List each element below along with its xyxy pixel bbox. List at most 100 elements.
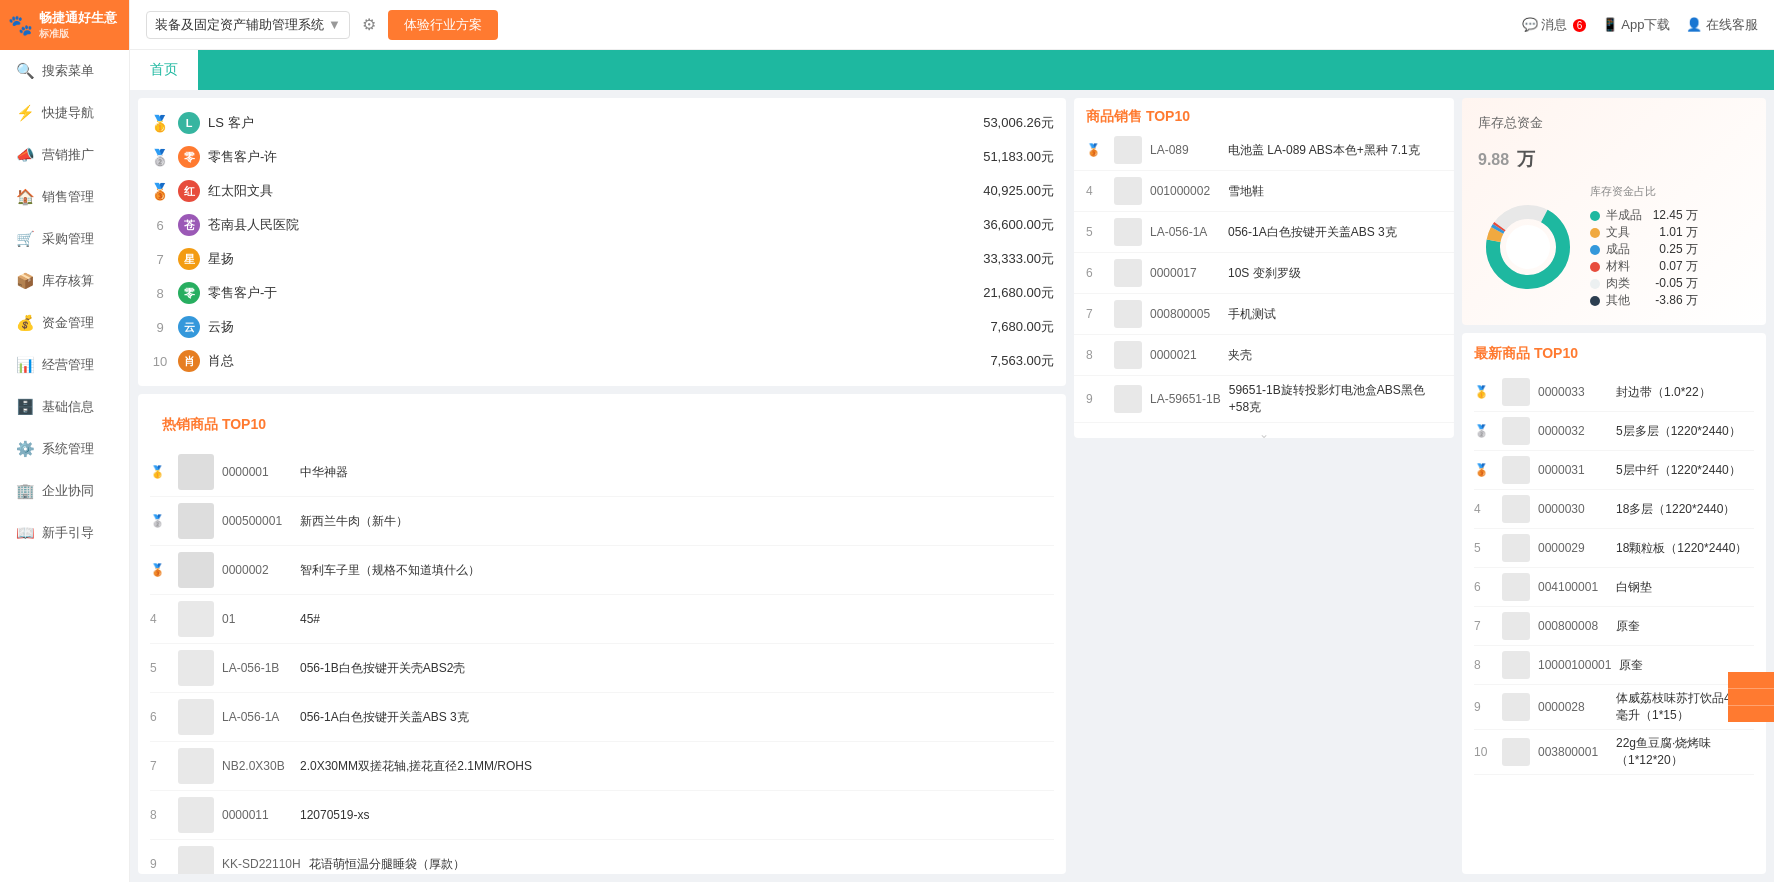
sidebar-item-operations[interactable]: 📊 经营管理 — [0, 344, 129, 386]
medal-icon: 🥈 — [150, 148, 170, 167]
product-code: LA-089 — [1150, 143, 1220, 157]
product-name: 花语萌恒温分腿睡袋（厚款） — [309, 856, 1054, 873]
product-name: 电池盖 LA-089 ABS本色+黑种 7.1克 — [1228, 142, 1442, 159]
customer-badge: 零 — [178, 282, 200, 304]
product-rank-row: 7 000800005 手机测试 — [1074, 294, 1454, 335]
hot-product-row: 🥇 0000001 中华神器 — [150, 448, 1054, 497]
inventory-icon: 📦 — [16, 272, 34, 290]
product-name: 12070519-xs — [300, 808, 1054, 822]
product-code: KK-SD22110H — [222, 857, 301, 871]
sidebar-item-finance[interactable]: 💰 资金管理 — [0, 302, 129, 344]
float-buttons: 客服热线 服务社区 直播 — [1728, 672, 1774, 722]
product-name: 原奎 — [1619, 657, 1754, 674]
quicknav-icon: ⚡ — [16, 104, 34, 122]
product-name: 夹壳 — [1228, 347, 1442, 364]
legend-dot — [1590, 279, 1600, 289]
donut-chart — [1478, 197, 1578, 297]
legend-value: 12.45 万 — [1648, 207, 1698, 224]
product-code: 0000033 — [1538, 385, 1608, 399]
sidebar-item-quicknav[interactable]: ⚡ 快捷导航 — [0, 92, 129, 134]
customer-name: 零售客户-于 — [208, 284, 975, 302]
sidebar-item-system[interactable]: ⚙️ 系统管理 — [0, 428, 129, 470]
inventory-card: 库存总资金 9.88 万 — [1462, 98, 1766, 325]
sidebar-item-sales[interactable]: 🏠 销售管理 — [0, 176, 129, 218]
hot-product-row: 🥉 0000002 智利车子里（规格不知道填什么） — [150, 546, 1054, 595]
legend-dot — [1590, 262, 1600, 272]
sidebar-item-enterprise[interactable]: 🏢 企业协同 — [0, 470, 129, 512]
customer-name: 零售客户-许 — [208, 148, 975, 166]
product-image-placeholder — [1502, 651, 1530, 679]
sidebar-item-marketing[interactable]: 📣 营销推广 — [0, 134, 129, 176]
newest-product-row: 🥈 0000032 5层多层（1220*2440） — [1474, 412, 1754, 451]
customer-row: 8 零 零售客户-于 21,680.00元 — [138, 276, 1066, 310]
inventory-legend: 库存资金占比 半成品 12.45 万 文具 1.01 万 成品 0.25 万 材… — [1590, 184, 1698, 309]
product-name: 59651-1B旋转投影灯电池盒ABS黑色+58克 — [1229, 382, 1442, 416]
product-image-placeholder — [1502, 738, 1530, 766]
app-download-link[interactable]: 📱 App下载 — [1602, 16, 1670, 34]
legend-dot — [1590, 228, 1600, 238]
hot-products-list: 🥇 0000001 中华神器 🥈 000500001 新西兰牛肉（新牛） 🥉 0… — [150, 448, 1054, 874]
settings-icon[interactable]: ⚙ — [362, 15, 376, 34]
rank-number: 7 — [1474, 619, 1494, 633]
product-code: 003800001 — [1538, 745, 1608, 759]
nav-tabs: 首页 — [130, 50, 1774, 90]
customer-amount: 40,925.00元 — [983, 182, 1054, 200]
float-btn-service[interactable]: 客服热线 — [1728, 672, 1774, 689]
customer-badge: 肖 — [178, 350, 200, 372]
legend-label: 肉类 — [1606, 275, 1642, 292]
left-panel: 🥇 L LS 客户 53,006.26元 🥈 零 零售客户-许 51,183.0… — [130, 90, 1074, 882]
float-btn-live[interactable]: 直播 — [1728, 706, 1774, 722]
hot-product-row: 9 KK-SD22110H 花语萌恒温分腿睡袋（厚款） — [150, 840, 1054, 874]
customer-name: 星扬 — [208, 250, 975, 268]
rank-number: 5 — [1086, 225, 1106, 239]
try-plan-button[interactable]: 体验行业方案 — [388, 10, 498, 40]
product-rank-row: 6 0000017 10S 变刹罗级 — [1074, 253, 1454, 294]
sidebar-item-guide[interactable]: 📖 新手引导 — [0, 512, 129, 554]
float-btn-community[interactable]: 服务社区 — [1728, 689, 1774, 706]
sidebar-item-inventory[interactable]: 📦 库存核算 — [0, 260, 129, 302]
product-image-placeholder — [1114, 341, 1142, 369]
legend-item: 成品 0.25 万 — [1590, 241, 1698, 258]
legend-label: 材料 — [1606, 258, 1642, 275]
hot-products-card: 热销商品 TOP10 🥇 0000001 中华神器 🥈 000500001 新西… — [138, 394, 1066, 874]
hot-products-title: 热销商品 TOP10 — [162, 416, 266, 434]
tab-home[interactable]: 首页 — [130, 50, 198, 90]
hot-product-row: 8 0000011 12070519-xs — [150, 791, 1054, 840]
rank-number: 5 — [150, 661, 170, 675]
content-area: 🥇 L LS 客户 53,006.26元 🥈 零 零售客户-许 51,183.0… — [130, 90, 1774, 882]
product-code: 004100001 — [1538, 580, 1608, 594]
customer-row: 🥈 零 零售客户-许 51,183.00元 — [138, 140, 1066, 174]
customer-badge: 红 — [178, 180, 200, 202]
medal-icon: 🥇 — [1474, 385, 1494, 399]
product-image — [178, 503, 214, 539]
product-code: 0000028 — [1538, 700, 1608, 714]
legend-label: 其他 — [1606, 292, 1642, 309]
rank-number: 8 — [150, 286, 170, 301]
legend-items: 半成品 12.45 万 文具 1.01 万 成品 0.25 万 材料 0.07 … — [1590, 207, 1698, 309]
newest-products-card: 最新商品 TOP10 🥇 0000033 封边带（1.0*22） 🥈 00000… — [1462, 333, 1766, 874]
inventory-amount: 9.88 万 — [1478, 140, 1750, 172]
product-code: LA-056-1A — [222, 710, 292, 724]
scroll-hint[interactable]: ⌄ — [1074, 423, 1454, 438]
sidebar-item-search[interactable]: 🔍 搜索菜单 — [0, 50, 129, 92]
product-code: NB2.0X30B — [222, 759, 292, 773]
sidebar-item-purchase[interactable]: 🛒 采购管理 — [0, 218, 129, 260]
rank-number: 9 — [1474, 700, 1494, 714]
product-code: 0000002 — [222, 563, 292, 577]
legend-value: -0.05 万 — [1648, 275, 1698, 292]
product-rank-card: 商品销售 TOP10 🥉 LA-089 电池盖 LA-089 ABS本色+黑种 … — [1074, 98, 1454, 438]
system-select[interactable]: 装备及固定资产辅助管理系统 ▼ — [146, 11, 350, 39]
product-code: LA-056-1A — [1150, 225, 1220, 239]
medal-icon: 🥇 — [150, 465, 170, 479]
legend-label: 成品 — [1606, 241, 1642, 258]
sidebar-item-base[interactable]: 🗄️ 基础信息 — [0, 386, 129, 428]
product-image-placeholder — [1114, 218, 1142, 246]
rank-number: 6 — [1086, 266, 1106, 280]
message-link[interactable]: 💬 消息 6 — [1522, 16, 1587, 34]
product-code: 000500001 — [222, 514, 292, 528]
online-service-link[interactable]: 👤 在线客服 — [1686, 16, 1758, 34]
main-container: 装备及固定资产辅助管理系统 ▼ ⚙ 体验行业方案 💬 消息 6 📱 App下载 … — [130, 0, 1774, 882]
product-code: LA-59651-1B — [1150, 392, 1221, 406]
product-image-placeholder — [178, 601, 214, 637]
enterprise-icon: 🏢 — [16, 482, 34, 500]
